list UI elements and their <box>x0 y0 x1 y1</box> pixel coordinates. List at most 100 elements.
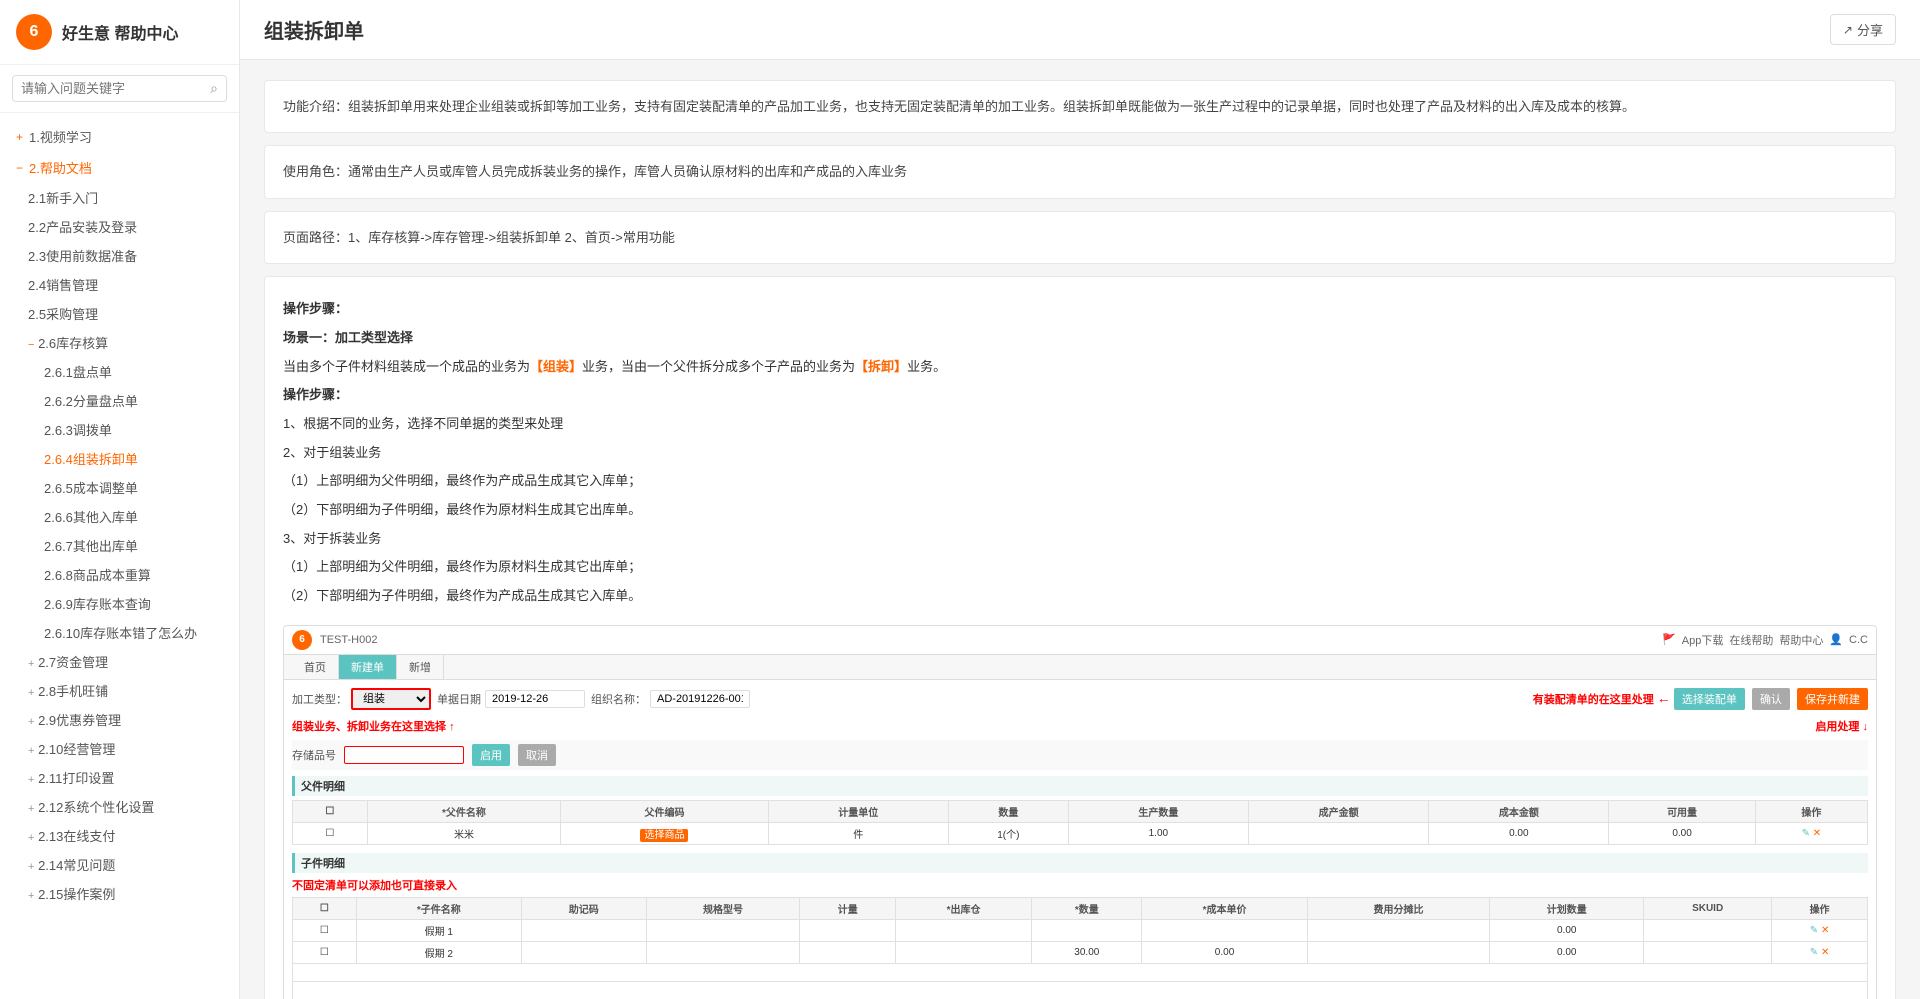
step3-sub1: （1）上部明细为父件明细，最终作为原材料生成其它出库单； <box>283 555 1877 580</box>
sidebar-item-docs-2.10[interactable]: + 2.10经营管理 <box>28 734 239 763</box>
mock-td-row1-check: ☐ <box>293 822 368 844</box>
mock-top-right: 🚩 App下载 在线帮助 帮助中心 👤 C.C <box>1662 632 1868 648</box>
sidebar-item-docs-2.6.4[interactable]: 2.6.4组装拆卸单 <box>44 444 239 473</box>
sidebar-item-video[interactable]: + 1.视频学习 <box>0 121 239 152</box>
mock-sub-section-label: 子件明细 <box>292 853 1868 873</box>
sidebar-item-docs-2.9[interactable]: + 2.9优惠券管理 <box>28 705 239 734</box>
sidebar-item-docs-2.6.1[interactable]: 2.6.1盘点单 <box>44 357 239 386</box>
mock-select-btn[interactable]: 选择装配单 <box>1674 688 1745 710</box>
mock-brow1-qty <box>1032 919 1142 941</box>
sidebar-item-docs-2.6.5[interactable]: 2.6.5成本调整单 <box>44 473 239 502</box>
page-header: 组装拆卸单 ↗ 分享 <box>240 0 1920 60</box>
sidebar-item-docs-2.6.2[interactable]: 2.6.2分量盘点单 <box>44 386 239 415</box>
sidebar-item-docs-2.2-label: 2.2产品安装及登录 <box>28 220 137 235</box>
mock-brow1-name: 假期 1 <box>356 919 521 941</box>
share-button[interactable]: ↗ 分享 <box>1830 14 1896 45</box>
sidebar-item-docs-2.6.8[interactable]: 2.6.8商品成本重算 <box>44 560 239 589</box>
mock-brow1-spec <box>646 919 800 941</box>
mock-arrow2-icon: ↑ <box>449 721 455 733</box>
sidebar-item-video-label: 1.视频学习 <box>29 127 92 146</box>
mock-brow2-del[interactable]: ✕ <box>1821 947 1829 958</box>
mock-date-input[interactable] <box>485 690 585 708</box>
sidebar-item-docs-2.12[interactable]: + 2.12系统个性化设置 <box>28 792 239 821</box>
mock-type-label: 加工类型： <box>292 691 347 707</box>
step2-text: 2、对于组装业务 <box>283 445 381 460</box>
mock-brow2-plan: 0.00 <box>1490 941 1644 963</box>
sidebar-item-docs-2.6.6-label: 2.6.6其他入库单 <box>44 510 138 525</box>
sidebar-item-docs-2.9-label: 2.9优惠券管理 <box>38 713 121 728</box>
mock-date-field: 单据日期 <box>437 690 585 708</box>
mock-cancel-btn[interactable]: 取消 <box>518 744 556 766</box>
step3: 3、对于拆装业务 <box>283 527 1877 552</box>
mock-bth-ops: 操作 <box>1772 897 1868 919</box>
mock-sku-label: 存储品号 <box>292 747 336 763</box>
search-icon[interactable]: ⌕ <box>210 80 218 97</box>
mock-annotation3-label: 启用处理 <box>1815 721 1859 733</box>
sidebar-item-docs-2.6.7[interactable]: 2.6.7其他出库单 <box>44 531 239 560</box>
sidebar-item-docs-2.2[interactable]: 2.2产品安装及登录 <box>28 212 239 241</box>
sidebar-item-docs-2.11[interactable]: + 2.11打印设置 <box>28 763 239 792</box>
mock-brow2-edit[interactable]: ✎ <box>1810 947 1818 958</box>
mock-screenshot: 6 TEST-H002 🚩 App下载 在线帮助 帮助中心 👤 C.C <box>284 626 1876 999</box>
role-box: 使用角色：通常由生产人员或库管人员完成拆装业务的操作，库管人员确认原材料的出库和… <box>264 145 1896 198</box>
sidebar-item-video-row[interactable]: + 1.视频学习 <box>0 121 239 152</box>
mock-type-field: 加工类型： 组装 拆卸 <box>292 688 431 710</box>
mock-enable-btn[interactable]: 启用 <box>472 744 510 766</box>
mock-sku-input[interactable] <box>344 746 464 764</box>
screenshot-container: 6 TEST-H002 🚩 App下载 在线帮助 帮助中心 👤 C.C <box>283 625 1877 999</box>
mock-tab-new: 新建单 <box>339 655 397 679</box>
sidebar-item-docs-2.13[interactable]: + 2.13在线支付 <box>28 821 239 850</box>
sidebar-item-docs-2.3-label: 2.3使用前数据准备 <box>28 249 137 264</box>
sidebar-item-docs-2.4[interactable]: 2.4销售管理 <box>28 270 239 299</box>
sidebar-item-docs-2.6.7-label: 2.6.7其他出库单 <box>44 539 138 554</box>
mock-row1-edit-icon[interactable]: ✎ <box>1802 828 1810 839</box>
mock-brow1-op: ✎ ✕ <box>1772 919 1868 941</box>
mock-order-input[interactable] <box>650 690 750 708</box>
mock-brow1-unit <box>800 919 896 941</box>
ops-sub-title-label: 操作步骤： <box>283 387 348 402</box>
intro-box: 功能介绍：组装拆卸单用来处理企业组装或拆卸等加工业务，支持有固定装配清单的产品加… <box>264 80 1896 133</box>
sidebar-item-docs[interactable]: − 2.帮助文档 2.1新手入门 2.2产品安装及登录 2.3使用前数据准备 2… <box>0 152 239 908</box>
mock-type-select[interactable]: 组装 拆卸 <box>351 688 431 710</box>
step2-sub2-text: （2）下部明细为子件明细，最终作为原材料生成其它出库单。 <box>283 502 641 517</box>
path-box: 页面路径：1、库存核算->库存管理->组装拆卸单 2、首页->常用功能 <box>264 211 1896 264</box>
sidebar-item-docs-2.3[interactable]: 2.3使用前数据准备 <box>28 241 239 270</box>
sidebar-item-docs-2.15[interactable]: + 2.15操作案例 <box>28 879 239 908</box>
sidebar-item-docs-2.6.6[interactable]: 2.6.6其他入库单 <box>44 502 239 531</box>
mock-brow2-sku <box>1644 941 1772 963</box>
mock-top-bar: 6 TEST-H002 🚩 App下载 在线帮助 帮助中心 👤 C.C <box>284 626 1876 655</box>
sidebar-item-docs-2.14[interactable]: + 2.14常见问题 <box>28 850 239 879</box>
sidebar-item-docs-2.1-label: 2.1新手入门 <box>28 191 98 206</box>
mock-th-qty: 数量 <box>948 800 1068 822</box>
mock-annotation-row: 组装业务、拆卸业务在这里选择 ↑ 启用处理 ↓ <box>292 718 1868 734</box>
sidebar-item-docs-2.7[interactable]: + 2.7资金管理 <box>28 647 239 676</box>
mock-brow1-edit[interactable]: ✎ <box>1810 925 1818 936</box>
search-input[interactable] <box>21 81 210 96</box>
sidebar-item-docs-2.6.9[interactable]: 2.6.9库存账本查询 <box>44 589 239 618</box>
mock-td-row1-costamt: 0.00 <box>1429 822 1609 844</box>
sidebar-item-docs-2.6[interactable]: − 2.6库存核算 <box>28 328 239 357</box>
sidebar-item-docs-2.6.2-label: 2.6.2分量盘点单 <box>44 394 138 409</box>
share-label: 分享 <box>1857 20 1883 39</box>
mock-logo: 6 <box>292 630 312 650</box>
sidebar-item-docs-2.6.10[interactable]: 2.6.10库存账本错了怎么办 <box>44 618 239 647</box>
mock-save-btn[interactable]: 保存并新建 <box>1797 688 1868 710</box>
sidebar-item-docs-row[interactable]: − 2.帮助文档 <box>0 152 239 183</box>
sidebar-item-docs-2.5[interactable]: 2.5采购管理 <box>28 299 239 328</box>
mock-brow1-del[interactable]: ✕ <box>1821 925 1829 936</box>
mock-bth-spec: 规格型号 <box>646 897 800 919</box>
sidebar-item-docs-2.1[interactable]: 2.1新手入门 <box>28 183 239 212</box>
sidebar-item-docs-2.8[interactable]: + 2.8手机旺铺 <box>28 676 239 705</box>
mock-main-content: 加工类型： 组装 拆卸 单据日期 组织名称 <box>284 680 1876 999</box>
mock-arrow3-icon: ↓ <box>1863 721 1869 733</box>
mock-brow2-qty: 30.00 <box>1032 941 1142 963</box>
mock-select-goods-btn[interactable]: 选择商品 <box>640 829 688 842</box>
mock-confirm-btn[interactable]: 确认 <box>1752 688 1790 710</box>
mock-bth-plan: 计划数量 <box>1490 897 1644 919</box>
sidebar-item-docs-2.6.3[interactable]: 2.6.3调拨单 <box>44 415 239 444</box>
scene1-title-label: 场景一：加工类型选择 <box>283 330 413 345</box>
mock-brow2-name: 假期 2 <box>356 941 521 963</box>
mock-row1-del-icon[interactable]: ✕ <box>1813 828 1821 839</box>
search-area: ⌕ <box>0 65 239 113</box>
sidebar-item-docs-2.14-label: 2.14常见问题 <box>38 858 115 873</box>
